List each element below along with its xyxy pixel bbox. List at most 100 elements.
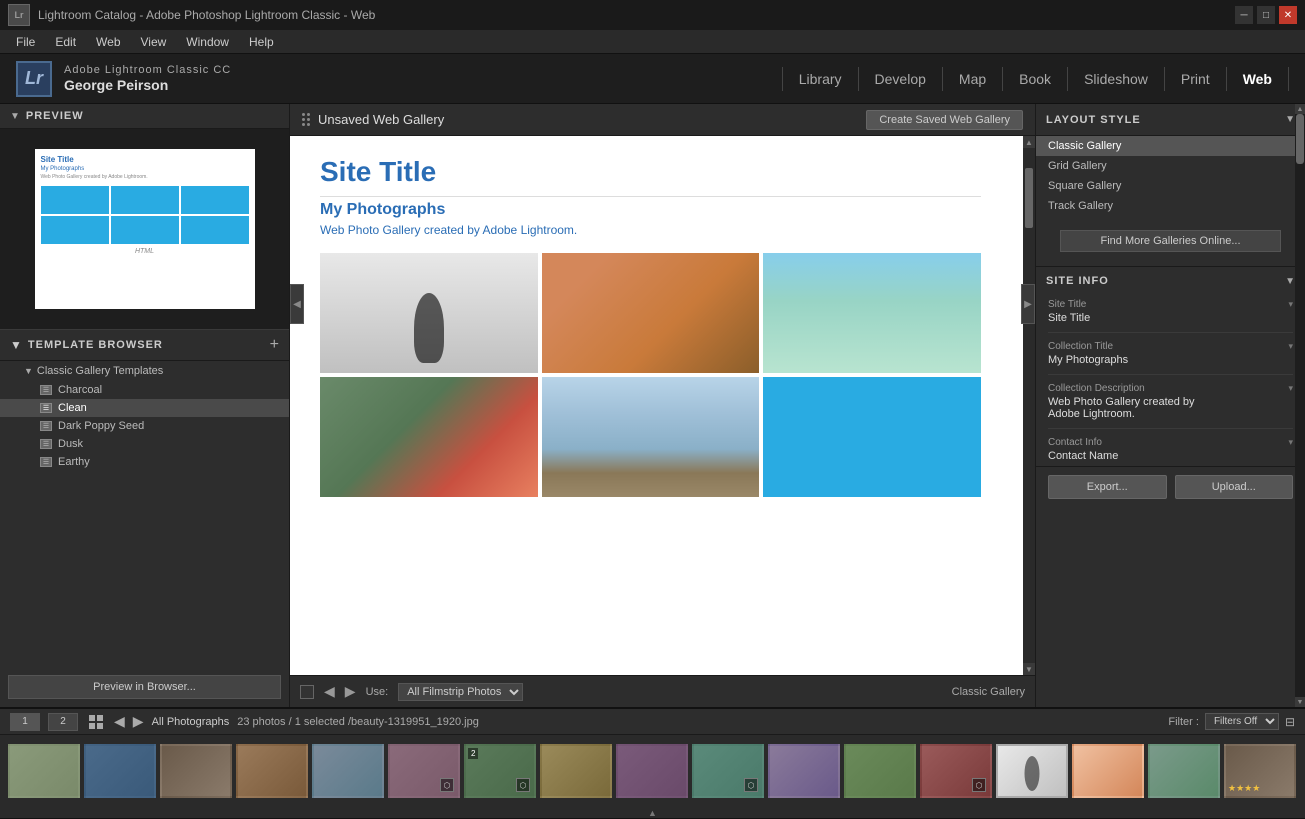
filmstrip-thumb-7[interactable]: 2 ⬡: [464, 744, 536, 798]
filmstrip-thumb-4[interactable]: [236, 744, 308, 798]
template-item-dark-poppy[interactable]: ☰ Dark Poppy Seed: [0, 417, 289, 435]
menu-help[interactable]: Help: [241, 33, 282, 51]
nav-slideshow[interactable]: Slideshow: [1068, 67, 1165, 91]
filmstrip-thumb-17[interactable]: ★★★★: [1224, 744, 1296, 798]
filmstrip-back-arrow[interactable]: ◀: [324, 683, 335, 700]
filmstrip-prev-button[interactable]: ◀: [114, 713, 125, 730]
find-more-galleries-button[interactable]: Find More Galleries Online...: [1060, 230, 1281, 252]
right-scrollbar-thumb[interactable]: [1296, 114, 1304, 164]
filmstrip-thumb-9[interactable]: [616, 744, 688, 798]
filmstrip-thumb-13[interactable]: ⬡: [920, 744, 992, 798]
thumb6-overlay-icon: ⬡: [440, 778, 454, 792]
preview-header[interactable]: ▼ Preview: [0, 104, 289, 129]
template-clean-icon: ☰: [40, 403, 52, 413]
photo-grid: [320, 253, 981, 497]
filmstrip-grid-button[interactable]: [86, 713, 106, 731]
template-item-clean[interactable]: ☰ Clean: [0, 399, 289, 417]
filmstrip-thumb-2[interactable]: [84, 744, 156, 798]
filmstrip-forward-arrow[interactable]: ▶: [345, 683, 356, 700]
preview-in-browser-button[interactable]: Preview in Browser...: [8, 675, 281, 699]
gallery-title-area: Unsaved Web Gallery: [302, 112, 444, 127]
site-info-arrow: ▼: [1285, 276, 1295, 287]
filter-panel-toggle[interactable]: ⊟: [1285, 715, 1295, 729]
nav-develop[interactable]: Develop: [859, 67, 943, 91]
nav-map[interactable]: Map: [943, 67, 1003, 91]
site-subtitle-display: My Photographs: [320, 201, 981, 219]
template-dark-poppy-icon: ☰: [40, 421, 52, 431]
collection-description-label: Collection Description ▾: [1048, 383, 1293, 394]
nav-print[interactable]: Print: [1165, 67, 1227, 91]
scrollbar-thumb[interactable]: [1025, 168, 1033, 228]
template-item-dusk[interactable]: ☰ Dusk: [0, 435, 289, 453]
web-canvas: Site Title My Photographs Web Photo Gall…: [290, 136, 1035, 675]
gallery-option-grid[interactable]: Grid Gallery: [1036, 156, 1305, 176]
close-button[interactable]: ✕: [1279, 6, 1297, 24]
photo-count: 23 photos / 1 selected /beauty-1319951_1…: [237, 716, 479, 728]
filmstrip-thumb-8[interactable]: [540, 744, 612, 798]
right-scrollbar-track[interactable]: ▲ ▼: [1295, 104, 1305, 707]
filmstrip-next-button[interactable]: ▶: [133, 713, 144, 730]
preview-cell-6: [181, 216, 249, 244]
collection-title-value[interactable]: My Photographs: [1048, 354, 1293, 366]
template-group-classic-header[interactable]: ▼ Classic Gallery Templates: [0, 361, 289, 381]
template-browser: ▼ Template Browser + ▼ Classic Gallery T…: [0, 329, 289, 667]
gallery-name: Unsaved Web Gallery: [318, 112, 444, 127]
filmstrip-thumb-11[interactable]: [768, 744, 840, 798]
web-scrollbar[interactable]: ▲ ▼: [1023, 136, 1035, 675]
main-area: ▼ Preview Site Title My Photographs Web …: [0, 104, 1305, 707]
filmstrip-thumb-10[interactable]: ⬡: [692, 744, 764, 798]
filmstrip-top-bar: 1 2 ◀ ▶ All Photographs 23 photos / 1 se…: [0, 709, 1305, 735]
filmstrip-tab-2[interactable]: 2: [48, 713, 78, 731]
export-button[interactable]: Export...: [1048, 475, 1167, 499]
site-title-value[interactable]: Site Title: [1048, 312, 1293, 324]
scrollbar-down-arrow[interactable]: ▼: [1023, 663, 1035, 675]
gallery-option-classic[interactable]: Classic Gallery: [1036, 136, 1305, 156]
collapse-left-arrow[interactable]: ◀: [290, 284, 304, 324]
template-item-charcoal[interactable]: ☰ Charcoal: [0, 381, 289, 399]
menu-web[interactable]: Web: [88, 33, 128, 51]
right-scroll-up[interactable]: ▲: [1295, 104, 1305, 114]
filmstrip-checkbox[interactable]: [300, 685, 314, 699]
filmstrip-thumb-1[interactable]: [8, 744, 80, 798]
contact-name-value[interactable]: Contact Name: [1048, 450, 1293, 462]
scrollbar-up-arrow[interactable]: ▲: [1023, 136, 1035, 148]
filmstrip-thumb-selected[interactable]: [996, 744, 1068, 798]
nav-library[interactable]: Library: [782, 67, 859, 91]
create-saved-web-gallery-button[interactable]: Create Saved Web Gallery: [866, 110, 1023, 130]
site-info-header[interactable]: Site Info ▼: [1036, 267, 1305, 295]
maximize-button[interactable]: □: [1257, 6, 1275, 24]
filmstrip-thumb-6[interactable]: ⬡: [388, 744, 460, 798]
upload-button[interactable]: Upload...: [1175, 475, 1294, 499]
gallery-option-square[interactable]: Square Gallery: [1036, 176, 1305, 196]
collection-description-value[interactable]: Web Photo Gallery created by Adobe Light…: [1048, 396, 1293, 420]
nav-web[interactable]: Web: [1227, 67, 1289, 91]
menu-edit[interactable]: Edit: [47, 33, 84, 51]
titlebar-controls[interactable]: ─ □ ✕: [1235, 6, 1297, 24]
filmstrip-thumb-16[interactable]: [1148, 744, 1220, 798]
preview-cell-1: [41, 186, 109, 214]
menu-window[interactable]: Window: [178, 33, 237, 51]
filmstrip-thumb-5[interactable]: [312, 744, 384, 798]
filmstrip-thumb-12[interactable]: [844, 744, 916, 798]
use-select[interactable]: All Filmstrip Photos: [398, 683, 523, 701]
filmstrip-thumb-15[interactable]: [1072, 744, 1144, 798]
filter-select[interactable]: Filters Off: [1205, 713, 1279, 730]
filmstrip-tab-1[interactable]: 1: [10, 713, 40, 731]
minimize-button[interactable]: ─: [1235, 6, 1253, 24]
right-scroll-down[interactable]: ▼: [1295, 697, 1305, 707]
drag-handle[interactable]: [302, 113, 310, 126]
template-browser-header[interactable]: ▼ Template Browser +: [0, 329, 289, 361]
titlebar-left: Lr Lightroom Catalog - Adobe Photoshop L…: [8, 4, 375, 26]
add-template-button[interactable]: +: [270, 336, 279, 354]
collapse-right-arrow[interactable]: ▶: [1021, 284, 1035, 324]
menu-file[interactable]: File: [8, 33, 43, 51]
gallery-type-label: Classic Gallery: [952, 686, 1025, 698]
top-resize-arrow[interactable]: ▲: [0, 807, 1305, 819]
nav-book[interactable]: Book: [1003, 67, 1068, 91]
template-item-earthy[interactable]: ☰ Earthy: [0, 453, 289, 471]
filter-area: Filter : Filters Off ⊟: [1168, 713, 1295, 730]
gallery-option-track[interactable]: Track Gallery: [1036, 196, 1305, 216]
menu-view[interactable]: View: [133, 33, 175, 51]
thumb13-overlay-icon: ⬡: [972, 778, 986, 792]
filmstrip-thumb-3[interactable]: [160, 744, 232, 798]
